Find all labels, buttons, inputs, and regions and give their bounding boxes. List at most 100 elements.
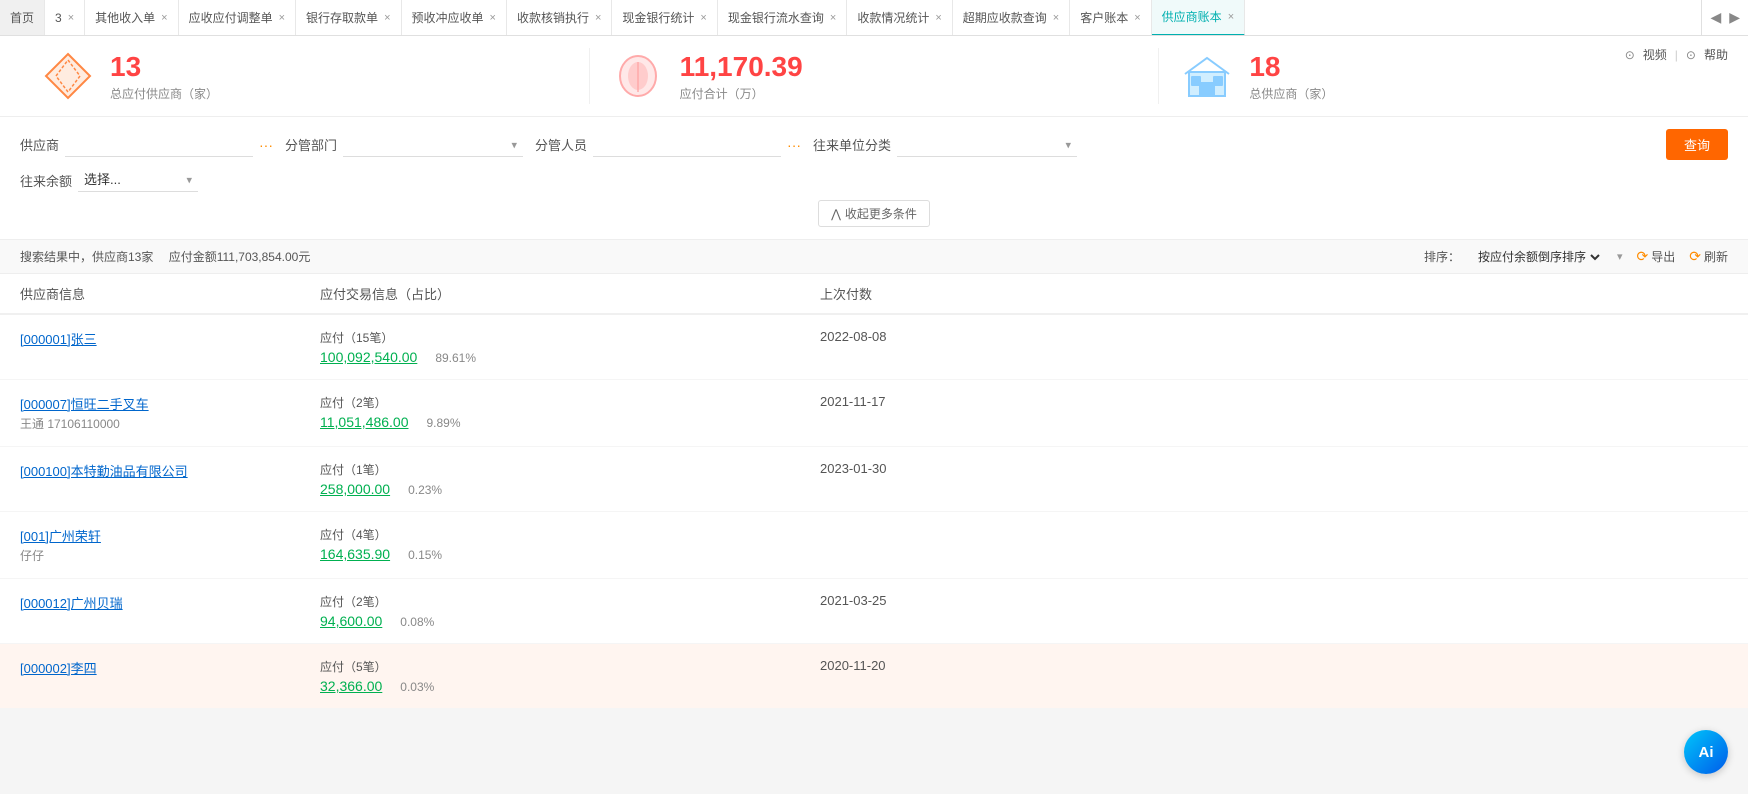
person-input[interactable] (593, 133, 781, 157)
tab-close-bank-deposit[interactable]: × (384, 12, 390, 24)
nav-prev-arrow[interactable]: ◀ (1706, 9, 1725, 26)
collapse-icon: ⋀ (831, 207, 841, 221)
stat-icon-total-payable-amount (610, 48, 666, 104)
stat-label-total-payable-amount: 应付合计（万） (680, 85, 803, 102)
dept-select[interactable] (343, 133, 523, 157)
collapse-button[interactable]: ⋀ 收起更多条件 (818, 200, 930, 227)
tx-percent: 89.61% (435, 351, 476, 365)
results-bar: 搜索结果中，供应商13家 应付金额111,703,854.00元 排序： 按应付… (0, 240, 1748, 274)
tab-close-cash-bank-flow[interactable]: × (830, 12, 836, 24)
tab-close-overdue-query[interactable]: × (1053, 12, 1059, 24)
dept-filter: 分管部门 ▾ (285, 133, 523, 157)
tx-label: 应付（15笔） (320, 329, 820, 346)
tx-amount-link[interactable]: 11,051,486.00 (320, 414, 409, 430)
tab-close-prepay-offset[interactable]: × (490, 12, 496, 24)
refresh-icon: ⟳ (1689, 248, 1701, 265)
export-icon: ⟳ (1637, 248, 1649, 265)
stat-text-total-suppliers: 18 总供应商（家） (1249, 51, 1333, 102)
col-header-lastpay: 上次付数 (820, 284, 1728, 303)
refresh-action[interactable]: ⟳ 刷新 (1689, 248, 1728, 265)
help-link[interactable]: 帮助 (1704, 46, 1728, 63)
stat-num-total-payable-suppliers: 13 (110, 51, 218, 83)
results-summary-amount: 应付金额111,703,854.00元 (169, 248, 311, 265)
nav-tab-bank-deposit[interactable]: 银行存取款单× (296, 0, 401, 36)
supplier-dots[interactable]: ··· (259, 137, 273, 153)
supplier-name-link[interactable]: [000002]李四 (20, 658, 320, 677)
nav-arrows: ◀ ▶ (1701, 0, 1748, 36)
nav-tab-other-income[interactable]: 其他收入单× (85, 0, 178, 36)
nav-tab-customer-account[interactable]: 客户账本× (1070, 0, 1151, 36)
tab-close-receipt-exec[interactable]: × (595, 12, 601, 24)
nav-tab-tab3[interactable]: 3× (45, 0, 85, 36)
supplier-name-link[interactable]: [000007]恒旺二手叉车 (20, 394, 320, 413)
right-actions: 排序： 按应付余额倒序排序 ▾ ⟳ 导出 ⟳ 刷新 (1424, 248, 1728, 265)
search-button[interactable]: 查询 (1666, 129, 1728, 160)
supplier-name-link[interactable]: [001]广州荣轩 (20, 526, 320, 545)
transaction-cell: 应付（15笔） 100,092,540.00 89.61% (320, 329, 820, 365)
nav-tab-cash-bank-flow[interactable]: 现金银行流水查询× (718, 0, 847, 36)
nav-tab-supplier-account[interactable]: 供应商账本× (1152, 0, 1245, 36)
tab-close-other-income[interactable]: × (161, 12, 167, 24)
tx-amount-link[interactable]: 164,635.90 (320, 546, 390, 562)
refresh-label: 刷新 (1704, 248, 1728, 265)
tab-close-receipt-stat[interactable]: × (935, 12, 941, 24)
sort-select[interactable]: 按应付余额倒序排序 (1474, 249, 1603, 265)
tab-close-payable-adjust[interactable]: × (279, 12, 285, 24)
nav-tab-payable-adjust[interactable]: 应收应付调整单× (179, 0, 296, 36)
nav-tab-prepay-offset[interactable]: 预收冲应收单× (402, 0, 507, 36)
tx-label: 应付（2笔） (320, 593, 820, 610)
category-label: 往来单位分类 (813, 135, 891, 154)
tab-close-cash-bank-stat[interactable]: × (700, 12, 706, 24)
export-label: 导出 (1651, 248, 1675, 265)
dept-label: 分管部门 (285, 135, 337, 154)
nav-next-arrow[interactable]: ▶ (1725, 9, 1744, 26)
supplier-name-link[interactable]: [000100]本特勤油品有限公司 (20, 461, 320, 480)
lastpay-cell: 2022-08-08 (820, 329, 1728, 344)
balance-select[interactable]: 选择... (78, 168, 198, 192)
person-dots[interactable]: ··· (787, 137, 801, 153)
transaction-cell: 应付（5笔） 32,366.00 0.03% (320, 658, 820, 694)
stat-icon-total-suppliers (1179, 48, 1235, 104)
circle-icon2: ⊙ (1686, 48, 1696, 62)
tab-close-tab3[interactable]: × (68, 12, 74, 24)
nav-tab-home[interactable]: 首页 (0, 0, 45, 36)
tx-row: 94,600.00 0.08% (320, 613, 820, 629)
circle-icon: ⊙ (1625, 48, 1635, 62)
stat-num-total-suppliers: 18 (1249, 51, 1333, 83)
ai-badge[interactable]: Ai (1684, 730, 1728, 774)
tab-close-customer-account[interactable]: × (1134, 12, 1140, 24)
tx-row: 164,635.90 0.15% (320, 546, 820, 562)
export-action[interactable]: ⟳ 导出 (1637, 248, 1676, 265)
last-pay-date: 2020-11-20 (820, 658, 886, 673)
tx-row: 258,000.00 0.23% (320, 481, 820, 497)
supplier-cell: [000007]恒旺二手叉车 王通 17106110000 (20, 394, 320, 432)
data-table: 供应商信息 应付交易信息（占比） 上次付数 [000001]张三 应付（15笔）… (0, 274, 1748, 709)
lastpay-cell: 2020-11-20 (820, 658, 1728, 673)
video-link[interactable]: 视频 (1643, 46, 1667, 63)
nav-tab-receipt-stat[interactable]: 收款情况统计× (847, 0, 952, 36)
supplier-cell: [001]广州荣轩 仔仔 (20, 526, 320, 564)
transaction-cell: 应付（1笔） 258,000.00 0.23% (320, 461, 820, 497)
nav-tab-receipt-exec[interactable]: 收款核销执行× (507, 0, 612, 36)
stat-icon-total-payable-suppliers (40, 48, 96, 104)
tx-amount-link[interactable]: 258,000.00 (320, 481, 390, 497)
tab-close-supplier-account[interactable]: × (1228, 11, 1234, 23)
supplier-input[interactable] (65, 133, 253, 157)
supplier-name-link[interactable]: [000012]广州贝瑞 (20, 593, 320, 612)
stats-bar: 13 总应付供应商（家） 11,170.39 应付合计（万） 18 总供应商（家… (0, 36, 1748, 117)
table-row: [000007]恒旺二手叉车 王通 17106110000 应付（2笔） 11,… (0, 380, 1748, 447)
tx-amount-link[interactable]: 32,366.00 (320, 678, 382, 694)
results-separator (159, 250, 162, 264)
supplier-name-link[interactable]: [000001]张三 (20, 329, 320, 348)
tx-amount-link[interactable]: 94,600.00 (320, 613, 382, 629)
transaction-cell: 应付（2笔） 94,600.00 0.08% (320, 593, 820, 629)
stat-text-total-payable-suppliers: 13 总应付供应商（家） (110, 51, 218, 102)
tx-percent: 0.08% (400, 615, 434, 629)
tx-amount-link[interactable]: 100,092,540.00 (320, 349, 417, 365)
supplier-label: 供应商 (20, 135, 59, 154)
tx-percent: 9.89% (427, 416, 461, 430)
lastpay-cell: 2021-03-25 (820, 593, 1728, 608)
nav-tab-overdue-query[interactable]: 超期应收款查询× (953, 0, 1070, 36)
nav-tab-cash-bank-stat[interactable]: 现金银行统计× (612, 0, 717, 36)
category-select[interactable] (897, 133, 1077, 157)
